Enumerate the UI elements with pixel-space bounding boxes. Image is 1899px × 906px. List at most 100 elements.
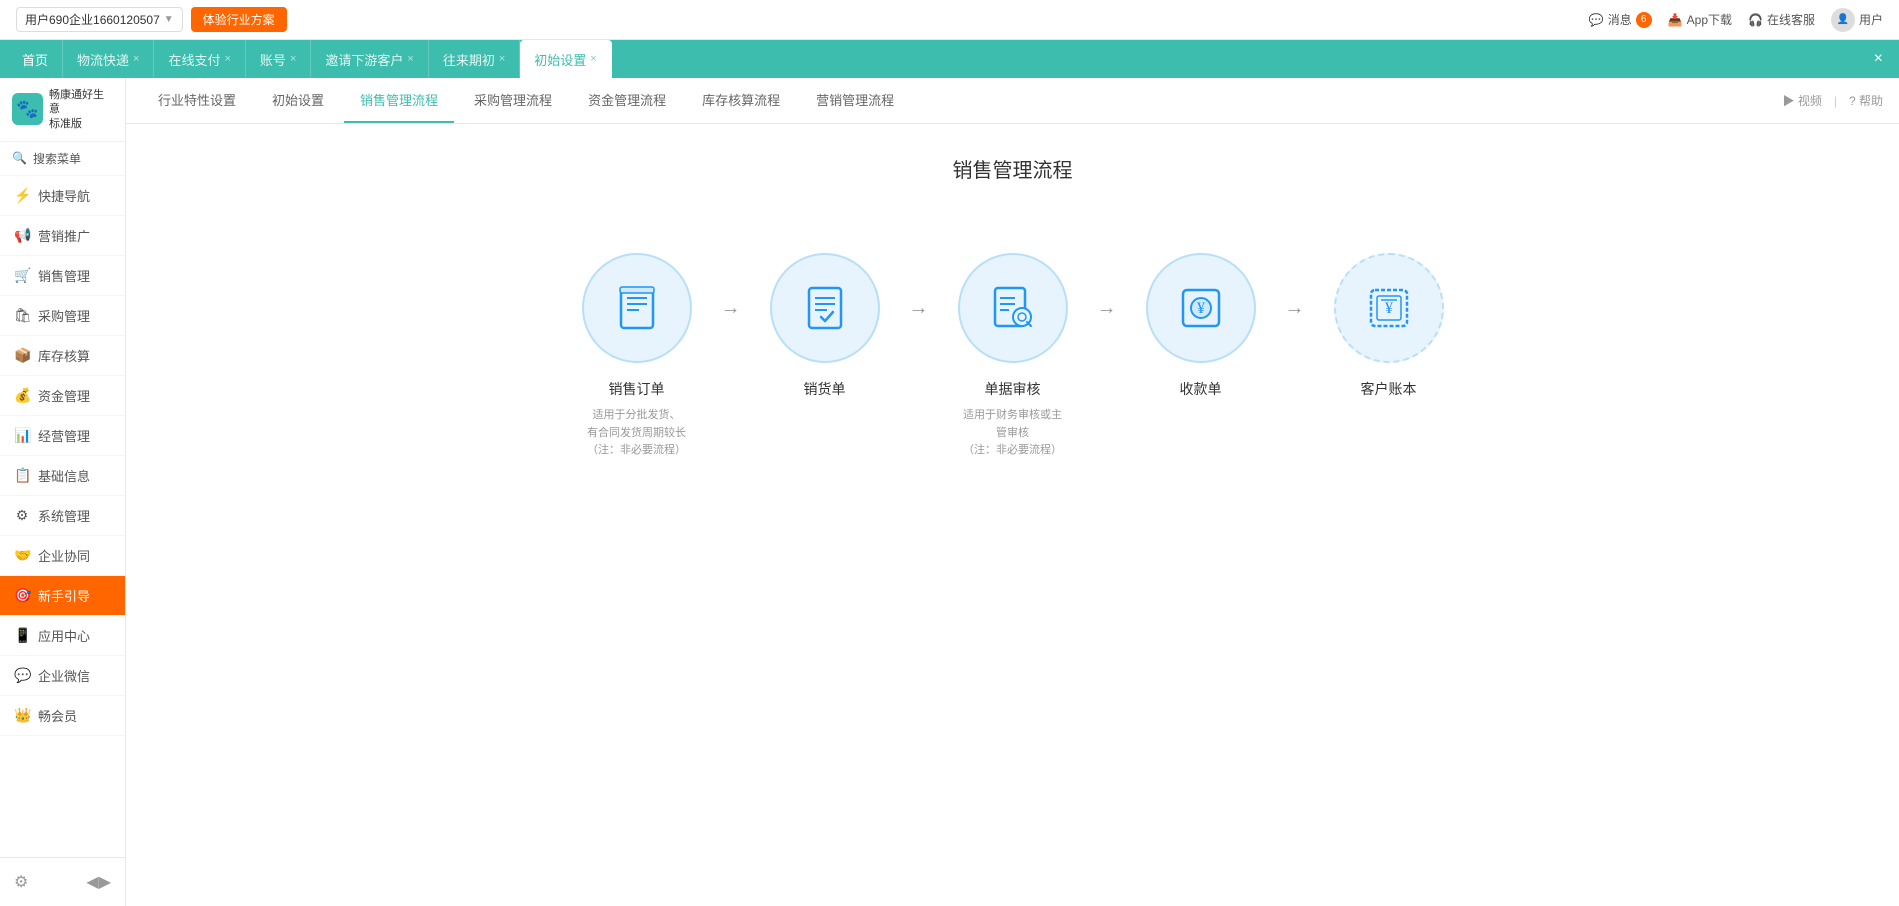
sidebar-item-finance[interactable]: 💰 资金管理 (0, 376, 125, 416)
delivery-icon (799, 282, 851, 334)
payment-icon: ¥ (1175, 282, 1227, 334)
sidebar-item-enterprise[interactable]: 🤝 企业协同 (0, 536, 125, 576)
flow-desc-sales-order: 适用于分批发货、有合同发货周期较长（注：非必要流程） (587, 407, 686, 460)
nav-tab-account[interactable]: 账号 × (246, 40, 311, 78)
app-download-label: App下载 (1687, 11, 1732, 28)
play-icon: ▶ (1782, 94, 1794, 108)
main-layout: 🐾 畅康通好生意 标准版 🔍 搜索菜单 ⚡ 快捷导航 📢 营销推广 🛒 销售管理… (0, 78, 1899, 906)
avatar: 👤 (1831, 8, 1855, 32)
sidebar-settings-btn[interactable]: ⚙ ◀▶ (0, 866, 125, 898)
flow-step-delivery: 销货单 (745, 253, 905, 407)
headset-icon: 🎧 (1748, 13, 1763, 27)
collapse-icon: ◀▶ (86, 872, 111, 892)
flow-step-sales-order: 销售订单 适用于分批发货、有合同发货周期较长（注：非必要流程） (557, 253, 717, 460)
payment-label: 在线支付 (168, 50, 220, 69)
sidebar-item-inventory[interactable]: 📦 库存核算 (0, 336, 125, 376)
invite-label: 邀请下游客户 (325, 50, 403, 69)
logo-icon: 🐾 (12, 93, 43, 125)
purchase-icon: 🛍 (14, 307, 30, 324)
message-item[interactable]: 💬 消息 6 (1589, 11, 1652, 28)
nav-tab-init-settings[interactable]: 初始设置 × (520, 40, 611, 78)
svg-text:¥: ¥ (1385, 300, 1393, 317)
sidebar-bottom: ⚙ ◀▶ (0, 857, 125, 906)
flow-step-payment: ¥ 收款单 (1121, 253, 1281, 407)
close-icon[interactable]: × (133, 53, 139, 65)
content-tab-purchase-flow[interactable]: 采购管理流程 (458, 78, 568, 123)
marketing-icon: 📢 (14, 227, 30, 244)
content-tab-inventory-flow[interactable]: 库存核算流程 (686, 78, 796, 123)
flow-label-review: 单据审核 (985, 379, 1041, 399)
flow-arrow-2: → (909, 253, 929, 320)
sidebar-item-member[interactable]: 👑 畅会员 (0, 696, 125, 736)
content-tab-sales-flow[interactable]: 销售管理流程 (344, 78, 454, 123)
init-settings-label: 初始设置 (534, 50, 586, 69)
page-title: 销售管理流程 (166, 154, 1859, 183)
top-header: 用户690企业1660120507 ▼ 体验行业方案 💬 消息 6 📥 App下… (0, 0, 1899, 40)
close-icon[interactable]: × (407, 53, 413, 65)
sidebar-item-wechat[interactable]: 💬 企业微信 (0, 656, 125, 696)
sidebar-item-quick-nav[interactable]: ⚡ 快捷导航 (0, 176, 125, 216)
nav-tab-payment[interactable]: 在线支付 × (154, 40, 245, 78)
sales-order-icon (611, 282, 663, 334)
content-tab-marketing-flow[interactable]: 营销管理流程 (800, 78, 910, 123)
trial-button[interactable]: 体验行业方案 (191, 7, 287, 32)
content-tab-industry[interactable]: 行业特性设置 (142, 78, 252, 123)
flow-circle-review[interactable] (958, 253, 1068, 363)
member-icon: 👑 (14, 707, 30, 724)
content-tabs: 行业特性设置 初始设置 销售管理流程 采购管理流程 资金管理流程 库存核算流程 (126, 78, 1899, 124)
content-tabs-right: ▶ 视频 | ? 帮助 (1782, 92, 1883, 109)
nav-tabs: 首页 物流快递 × 在线支付 × 账号 × 邀请下游客户 × 往来期初 × 初始… (0, 40, 1899, 78)
flow-circle-payment[interactable]: ¥ (1146, 253, 1256, 363)
enterprise-icon: 🤝 (14, 547, 30, 564)
app-download-item[interactable]: 📥 App下载 (1668, 11, 1732, 28)
sidebar-item-operation[interactable]: 📊 经营管理 (0, 416, 125, 456)
flow-circle-sales-order[interactable] (582, 253, 692, 363)
user-avatar-item[interactable]: 👤 用户 (1831, 8, 1883, 32)
logistics-label: 物流快递 (77, 50, 129, 69)
search-menu[interactable]: 🔍 搜索菜单 (0, 142, 125, 176)
sidebar-logo: 🐾 畅康通好生意 标准版 (0, 78, 125, 142)
online-service-item[interactable]: 🎧 在线客服 (1748, 11, 1815, 28)
content-tab-init[interactable]: 初始设置 (256, 78, 340, 123)
home-label: 首页 (22, 50, 48, 69)
nav-tab-invite[interactable]: 邀请下游客户 × (311, 40, 428, 78)
system-icon: ⚙ (14, 507, 30, 524)
sidebar-item-sales[interactable]: 🛒 销售管理 (0, 256, 125, 296)
nav-tab-logistics[interactable]: 物流快递 × (63, 40, 154, 78)
sidebar-item-system[interactable]: ⚙ 系统管理 (0, 496, 125, 536)
message-icon: 💬 (1589, 13, 1604, 27)
wechat-icon: 💬 (14, 667, 30, 684)
flow-circle-delivery[interactable] (770, 253, 880, 363)
help-icon: ? (1849, 94, 1856, 108)
flow-circle-ledger[interactable]: ¥ (1334, 253, 1444, 363)
sidebar-item-basic-info[interactable]: 📋 基础信息 (0, 456, 125, 496)
sidebar-item-purchase[interactable]: 🛍 采购管理 (0, 296, 125, 336)
sidebar-item-app[interactable]: 📱 应用中心 (0, 616, 125, 656)
flow-step-ledger: ¥ 客户账本 (1309, 253, 1469, 407)
close-icon[interactable]: × (290, 53, 296, 65)
sidebar-item-marketing[interactable]: 📢 营销推广 (0, 216, 125, 256)
close-icon[interactable]: × (590, 53, 596, 65)
flow-label-ledger: 客户账本 (1361, 379, 1417, 399)
message-label: 消息 (1608, 11, 1632, 28)
close-icon[interactable]: × (499, 53, 505, 65)
user-label: 用户690企业1660120507 (25, 11, 160, 28)
quick-nav-icon: ⚡ (14, 187, 30, 204)
user-selector[interactable]: 用户690企业1660120507 ▼ (16, 7, 183, 32)
help-link[interactable]: ? 帮助 (1849, 92, 1883, 109)
period-label: 往来期初 (443, 50, 495, 69)
guide-icon: 🎯 (14, 587, 30, 604)
content-tab-finance-flow[interactable]: 资金管理流程 (572, 78, 682, 123)
close-all-button[interactable]: × (1866, 50, 1891, 68)
sidebar-item-guide[interactable]: 🎯 新手引导 (0, 576, 125, 616)
flow-label-sales-order: 销售订单 (609, 379, 665, 399)
nav-tab-home[interactable]: 首页 (8, 40, 63, 78)
basic-info-icon: 📋 (14, 467, 30, 484)
flow-desc-review: 适用于财务审核或主管审核（注：非必要流程） (963, 407, 1062, 460)
flow-label-delivery: 销货单 (804, 379, 846, 399)
video-link[interactable]: ▶ 视频 (1782, 92, 1821, 109)
ledger-icon: ¥ (1363, 282, 1415, 334)
nav-tab-period[interactable]: 往来期初 × (429, 40, 520, 78)
close-icon[interactable]: × (224, 53, 230, 65)
finance-icon: 💰 (14, 387, 30, 404)
